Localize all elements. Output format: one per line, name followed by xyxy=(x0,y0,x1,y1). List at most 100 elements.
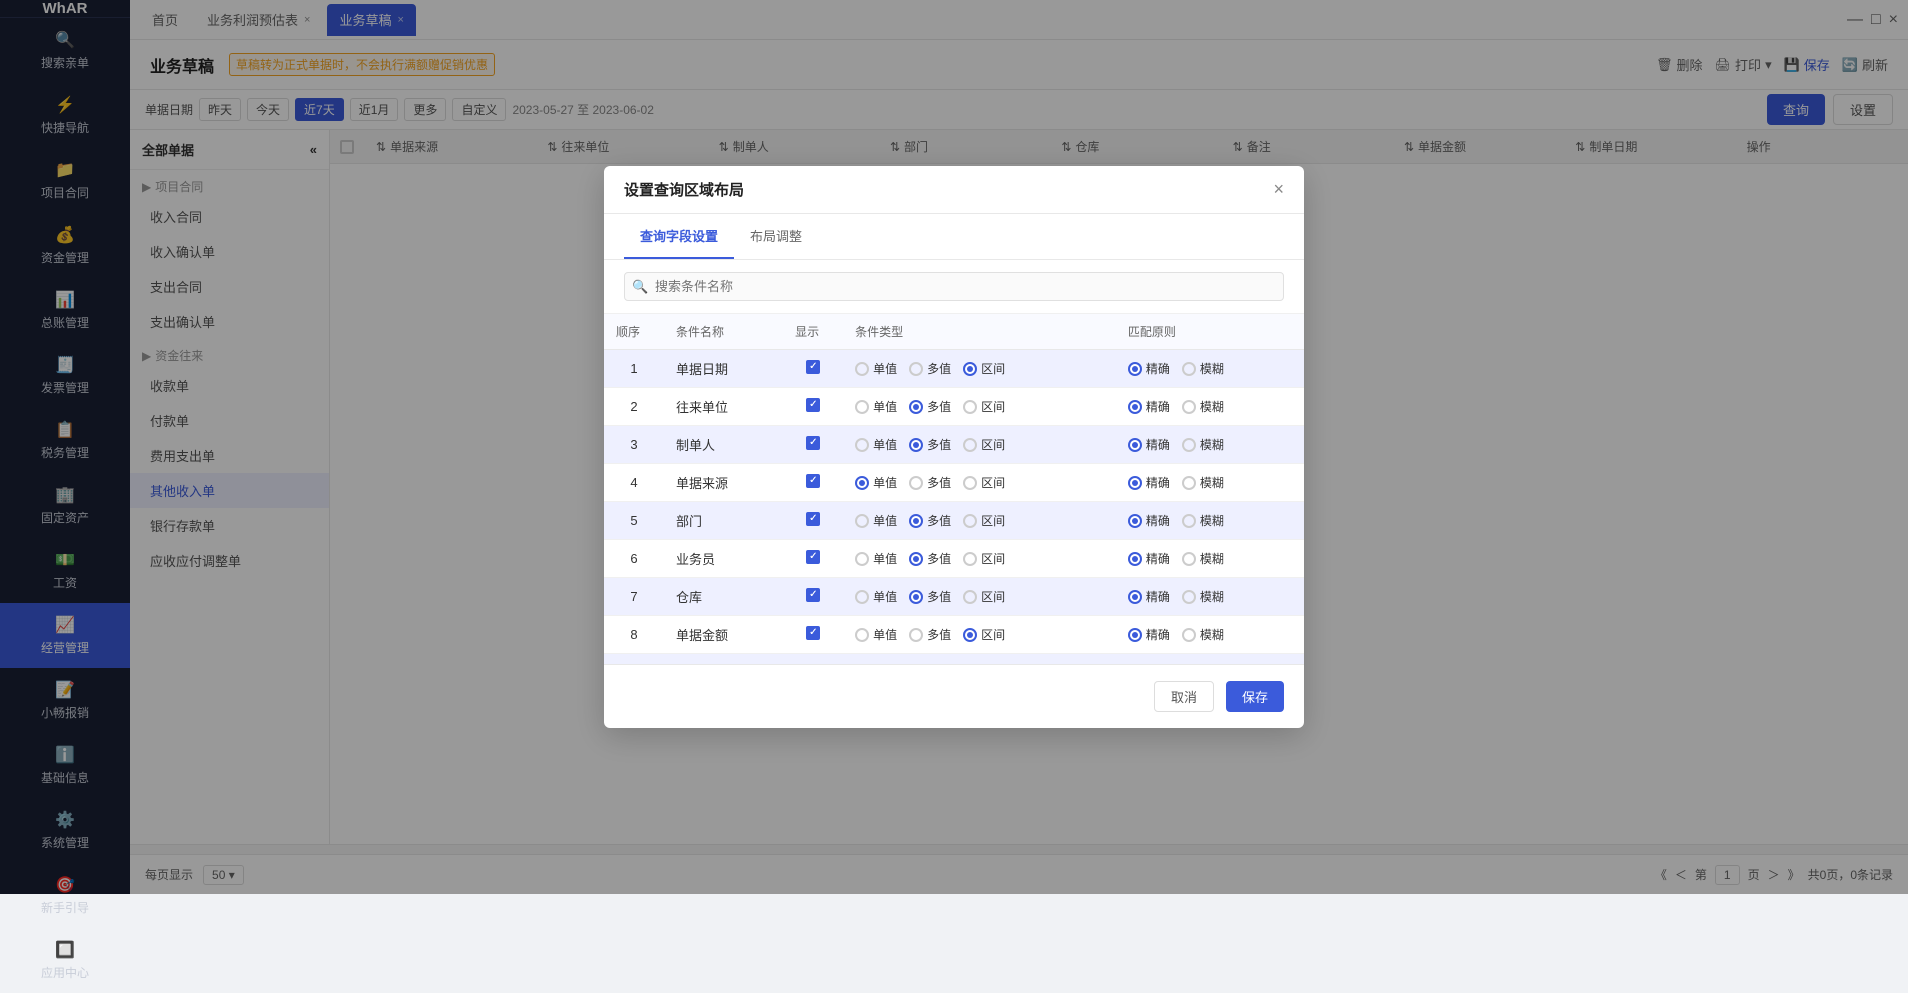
radio-type-range[interactable]: 区间 xyxy=(963,626,1005,643)
modal-tab-fields[interactable]: 查询字段设置 xyxy=(624,214,734,259)
table-row: 4单据来源✓单值多值区间精确模糊 xyxy=(604,464,1304,502)
radio-type-multi[interactable]: 多值 xyxy=(909,550,951,567)
cell-name: 制单人 xyxy=(664,426,783,464)
conditions-table: 顺序 条件名称 显示 条件类型 匹配原则 1单据日期✓单值多值区间精确模糊2往来… xyxy=(604,314,1304,664)
radio-match-exact[interactable]: 精确 xyxy=(1128,512,1170,529)
modal-body: 查询字段设置 布局调整 🔍 顺序 条件名称 xyxy=(604,214,1304,664)
radio-type-single[interactable]: 单值 xyxy=(855,360,897,377)
cell-order: 2 xyxy=(604,388,664,426)
modal-save-button[interactable]: 保存 xyxy=(1226,681,1284,712)
radio-type-multi[interactable]: 多值 xyxy=(909,588,951,605)
cell-type: 单值多值区间 xyxy=(843,350,1116,388)
show-checkbox[interactable]: ✓ xyxy=(806,360,820,374)
sidebar-item-label: 新手引导 xyxy=(41,899,89,916)
radio-match-exact[interactable]: 精确 xyxy=(1128,398,1170,415)
cell-name: 单据来源 xyxy=(664,464,783,502)
show-checkbox[interactable]: ✓ xyxy=(806,436,820,450)
table-row: 3制单人✓单值多值区间精确模糊 xyxy=(604,426,1304,464)
match-radio-group: 精确模糊 xyxy=(1128,588,1292,605)
type-radio-group: 单值多值区间 xyxy=(855,474,1104,491)
modal-search-input[interactable] xyxy=(624,272,1284,301)
radio-type-single[interactable]: 单值 xyxy=(855,512,897,529)
show-checkbox[interactable]: ✓ xyxy=(806,550,820,564)
cell-name: 部门 xyxy=(664,502,783,540)
show-checkbox[interactable]: ✓ xyxy=(806,512,820,526)
radio-match-exact[interactable]: 精确 xyxy=(1128,626,1170,643)
cell-type: 单值多值区间 xyxy=(843,426,1116,464)
cell-type: 单值多值区间 xyxy=(843,388,1116,426)
type-radio-group: 单值多值区间 xyxy=(855,588,1104,605)
radio-type-range[interactable]: 区间 xyxy=(963,588,1005,605)
radio-match-exact[interactable]: 精确 xyxy=(1128,588,1170,605)
radio-match-fuzzy[interactable]: 模糊 xyxy=(1182,474,1224,491)
cell-type: 单值多值区间 xyxy=(843,654,1116,665)
cell-match: 精确模糊 xyxy=(1116,350,1304,388)
radio-type-multi[interactable]: 多值 xyxy=(909,626,951,643)
radio-match-fuzzy[interactable]: 模糊 xyxy=(1182,550,1224,567)
table-row: 5部门 ✓ 单值多值区间 精确模糊 xyxy=(604,502,1304,540)
radio-match-exact[interactable]: 精确 xyxy=(1128,436,1170,453)
radio-type-range[interactable]: 区间 xyxy=(963,550,1005,567)
cell-match: 精确模糊 xyxy=(1116,616,1304,654)
radio-match-fuzzy[interactable]: 模糊 xyxy=(1182,588,1224,605)
radio-match-fuzzy[interactable]: 模糊 xyxy=(1182,360,1224,377)
cell-show: ✓ xyxy=(783,578,843,616)
match-radio-group: 精确模糊 xyxy=(1128,398,1292,415)
table-row: 1单据日期✓单值多值区间精确模糊 xyxy=(604,350,1304,388)
radio-type-multi[interactable]: 多值 xyxy=(909,360,951,377)
cell-show: ✓ xyxy=(783,654,843,665)
th-order: 顺序 xyxy=(604,314,664,350)
modal-title: 设置查询区域布局 xyxy=(624,179,744,200)
th-type: 条件类型 xyxy=(843,314,1116,350)
radio-type-single[interactable]: 单值 xyxy=(855,474,897,491)
cell-order: 6 xyxy=(604,540,664,578)
cell-match: 精确模糊 xyxy=(1116,654,1304,665)
radio-type-single[interactable]: 单值 xyxy=(855,550,897,567)
radio-type-single[interactable]: 单值 xyxy=(855,436,897,453)
cell-name: 仓库 xyxy=(664,578,783,616)
radio-match-exact[interactable]: 精确 xyxy=(1128,550,1170,567)
radio-match-fuzzy[interactable]: 模糊 xyxy=(1182,512,1224,529)
search-wrap: 🔍 xyxy=(624,272,1284,301)
modal-dialog: 设置查询区域布局 × 查询字段设置 布局调整 🔍 xyxy=(604,166,1304,728)
cell-type: 单值多值区间 xyxy=(843,464,1116,502)
radio-type-single[interactable]: 单值 xyxy=(855,398,897,415)
cell-show: ✓ xyxy=(783,388,843,426)
cell-show: ✓ xyxy=(783,502,843,540)
type-radio-group: 单值多值区间 xyxy=(855,626,1104,643)
radio-type-range[interactable]: 区间 xyxy=(963,398,1005,415)
modal-close-button[interactable]: × xyxy=(1273,179,1284,200)
show-checkbox[interactable]: ✓ xyxy=(806,398,820,412)
radio-match-exact[interactable]: 精确 xyxy=(1128,474,1170,491)
radio-type-multi[interactable]: 多值 xyxy=(909,474,951,491)
radio-type-range[interactable]: 区间 xyxy=(963,436,1005,453)
cancel-button[interactable]: 取消 xyxy=(1154,681,1214,712)
show-checkbox[interactable]: ✓ xyxy=(806,588,820,602)
radio-match-exact[interactable]: 精确 xyxy=(1128,360,1170,377)
modal-tab-layout[interactable]: 布局调整 xyxy=(734,214,818,259)
show-checkbox[interactable]: ✓ xyxy=(806,474,820,488)
radio-type-range[interactable]: 区间 xyxy=(963,360,1005,377)
table-row: 2往来单位✓单值多值区间精确模糊 xyxy=(604,388,1304,426)
radio-type-range[interactable]: 区间 xyxy=(963,512,1005,529)
cell-show: ✓ xyxy=(783,616,843,654)
radio-match-fuzzy[interactable]: 模糊 xyxy=(1182,436,1224,453)
cell-show: ✓ xyxy=(783,464,843,502)
radio-type-range[interactable]: 区间 xyxy=(963,474,1005,491)
radio-type-multi[interactable]: 多值 xyxy=(909,512,951,529)
cell-order: 9 xyxy=(604,654,664,665)
sidebar-item-apps[interactable]: 🔲 应用中心 xyxy=(0,928,130,993)
match-radio-group: 精确模糊 xyxy=(1128,550,1292,567)
cell-order: 3 xyxy=(604,426,664,464)
radio-type-multi[interactable]: 多值 xyxy=(909,398,951,415)
radio-type-single[interactable]: 单值 xyxy=(855,626,897,643)
cell-order: 5 xyxy=(604,502,664,540)
radio-type-multi[interactable]: 多值 xyxy=(909,436,951,453)
table-row: 7仓库✓单值多值区间精确模糊 xyxy=(604,578,1304,616)
show-checkbox[interactable]: ✓ xyxy=(806,626,820,640)
radio-match-fuzzy[interactable]: 模糊 xyxy=(1182,398,1224,415)
radio-type-single[interactable]: 单值 xyxy=(855,588,897,605)
cell-name: 业务员 xyxy=(664,540,783,578)
table-row: 9备注✓单值多值区间精确模糊 xyxy=(604,654,1304,665)
radio-match-fuzzy[interactable]: 模糊 xyxy=(1182,626,1224,643)
